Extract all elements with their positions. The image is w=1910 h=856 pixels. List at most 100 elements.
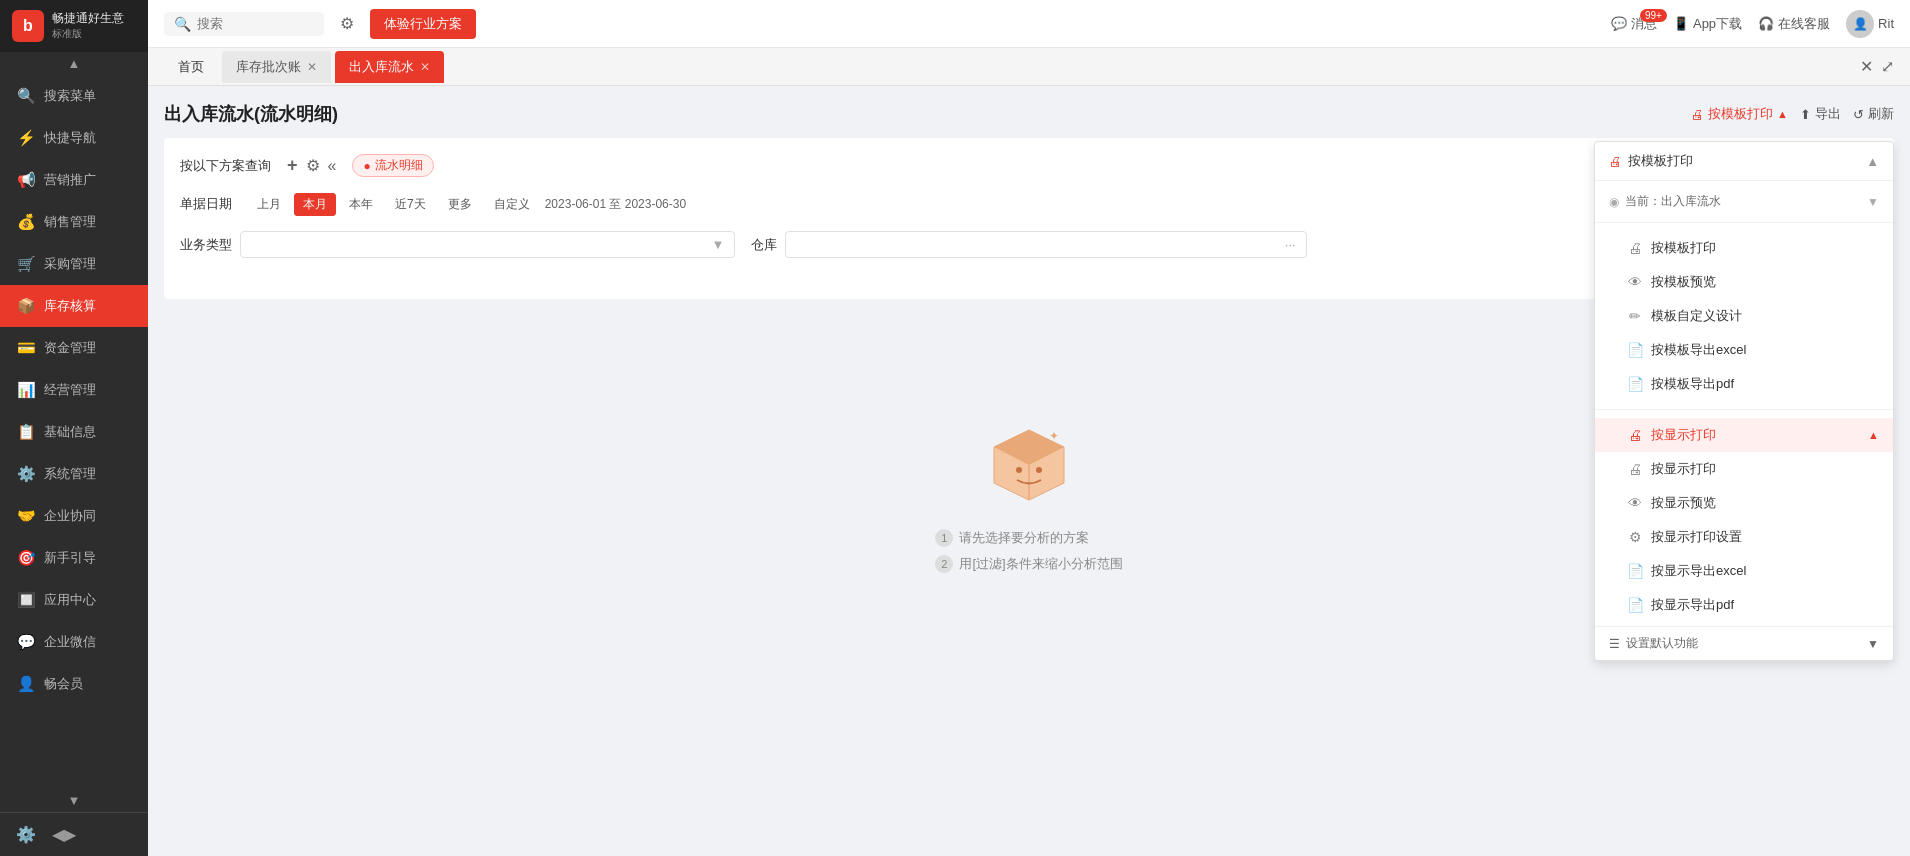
- template-pdf-icon: 📄: [1627, 376, 1643, 392]
- sidebar-item-weixin[interactable]: 💬 企业微信: [0, 621, 148, 663]
- tip-num-1: 1: [935, 529, 953, 547]
- warehouse-filter[interactable]: ···: [785, 231, 1306, 258]
- date-btn-last-month[interactable]: 上月: [248, 193, 290, 216]
- display-print-item[interactable]: 🖨 按显示打印: [1595, 452, 1893, 486]
- display-preview-item[interactable]: 👁 按显示预览: [1595, 486, 1893, 520]
- template-print-item[interactable]: 🖨 按模板打印: [1595, 231, 1893, 265]
- display-settings-item[interactable]: ⚙ 按显示打印设置: [1595, 520, 1893, 554]
- sidebar-scroll-up[interactable]: ▲: [0, 52, 148, 75]
- trial-btn[interactable]: 体验行业方案: [370, 9, 476, 39]
- maximize-tab-win-btn[interactable]: ⤢: [1881, 57, 1894, 76]
- sidebar-item-inventory[interactable]: 📦 库存核算: [0, 285, 148, 327]
- tab-batch[interactable]: 库存批次账 ✕: [222, 51, 331, 83]
- purchase-icon: 🛒: [16, 254, 36, 274]
- sidebar-item-member[interactable]: 👤 畅会员: [0, 663, 148, 705]
- warehouse-label: 仓库: [751, 236, 777, 254]
- business-type-group: 业务类型 ▼: [180, 231, 735, 258]
- date-btn-more[interactable]: 更多: [439, 193, 481, 216]
- sidebar-item-purchase[interactable]: 🛒 采购管理: [0, 243, 148, 285]
- empty-illustration: ✦ ✦: [979, 415, 1079, 505]
- business-type-filter[interactable]: ▼: [240, 231, 735, 258]
- sidebar-bottom: ⚙️ ◀▶: [0, 812, 148, 856]
- print-icon: 🖨: [1691, 107, 1704, 122]
- display-export-pdf-item[interactable]: 📄 按显示导出pdf: [1595, 588, 1893, 622]
- sidebar-item-operations[interactable]: 📊 经营管理: [0, 369, 148, 411]
- marketing-icon: 📢: [16, 170, 36, 190]
- print-template-btn[interactable]: 🖨 按模板打印 ▲: [1691, 105, 1788, 123]
- page-content: 出入库流水(流水明细) 🖨 按模板打印 ▲ ⬆ 导出 ↺ 刷新: [148, 86, 1910, 856]
- template-custom-item[interactable]: ✏ 模板自定义设计: [1595, 299, 1893, 333]
- weixin-icon: 💬: [16, 632, 36, 652]
- dropdown-footer[interactable]: ☰ 设置默认功能 ▼: [1595, 626, 1893, 660]
- sidebar-item-capital[interactable]: 💳 资金管理: [0, 327, 148, 369]
- dropdown-close-chevron[interactable]: ▲: [1866, 154, 1879, 169]
- settings-icon[interactable]: ⚙️: [16, 825, 36, 844]
- app-name: 畅捷通好生意: [52, 11, 124, 27]
- refresh-btn[interactable]: ↺ 刷新: [1853, 105, 1894, 123]
- customer-service-btn[interactable]: 🎧 在线客服: [1758, 15, 1830, 33]
- display-preview-icon: 👁: [1627, 495, 1643, 511]
- active-filter-tag-1[interactable]: ● 流水明细: [352, 154, 433, 177]
- display-section-header[interactable]: 🖨 按显示打印 ▲: [1595, 418, 1893, 452]
- search-icon: 🔍: [16, 86, 36, 106]
- sidebar-item-sales[interactable]: 💰 销售管理: [0, 201, 148, 243]
- sidebar-item-basic[interactable]: 📋 基础信息: [0, 411, 148, 453]
- sidebar-scroll-down[interactable]: ▼: [0, 789, 148, 812]
- system-icon: ⚙️: [16, 464, 36, 484]
- date-btn-this-year[interactable]: 本年: [340, 193, 382, 216]
- date-filter-label: 单据日期: [180, 195, 232, 213]
- sidebar-item-system[interactable]: ⚙️ 系统管理: [0, 453, 148, 495]
- tab-batch-close[interactable]: ✕: [307, 60, 317, 74]
- sidebar-item-enterprise[interactable]: 🤝 企业协同: [0, 495, 148, 537]
- app-edition: 标准版: [52, 27, 124, 41]
- date-btn-this-month[interactable]: 本月: [294, 193, 336, 216]
- filter-settings-btn[interactable]: ⚙: [306, 156, 320, 175]
- tab-flow-close[interactable]: ✕: [420, 60, 430, 74]
- tab-flow[interactable]: 出入库流水 ✕: [335, 51, 444, 83]
- dropdown-print-icon: 🖨: [1609, 154, 1622, 169]
- display-export-excel-item[interactable]: 📄 按显示导出excel: [1595, 554, 1893, 588]
- message-badge: 99+: [1640, 9, 1667, 22]
- sidebar-item-guide[interactable]: 🎯 新手引导: [0, 537, 148, 579]
- avatar: 👤: [1846, 10, 1874, 38]
- current-chevron-icon[interactable]: ▼: [1867, 195, 1879, 209]
- topbar-gear-btn[interactable]: ⚙: [332, 9, 362, 39]
- filter-tag-icon: ●: [363, 159, 370, 173]
- date-btn-7days[interactable]: 近7天: [386, 193, 435, 216]
- export-btn[interactable]: ⬆ 导出: [1800, 105, 1841, 123]
- search-input[interactable]: [197, 16, 297, 31]
- sidebar-item-search[interactable]: 🔍 搜索菜单: [0, 75, 148, 117]
- guide-icon: 🎯: [16, 548, 36, 568]
- tab-home[interactable]: 首页: [164, 51, 218, 83]
- topbar: 🔍 ⚙ 体验行业方案 💬 消息 99+ 📱 App下载 🎧 在线客服: [148, 0, 1910, 48]
- template-section: 🖨 按模板打印 👁 按模板预览 ✏ 模板自定义设计 📄: [1595, 227, 1893, 405]
- date-btn-custom[interactable]: 自定义: [485, 193, 539, 216]
- template-export-pdf-item[interactable]: 📄 按模板导出pdf: [1595, 367, 1893, 401]
- tab-win-controls: ✕ ⤢: [1860, 57, 1894, 76]
- template-export-excel-item[interactable]: 📄 按模板导出excel: [1595, 333, 1893, 367]
- filter-collapse-btn[interactable]: «: [328, 157, 337, 175]
- close-tab-win-btn[interactable]: ✕: [1860, 57, 1873, 76]
- add-filter-btn[interactable]: +: [287, 155, 298, 176]
- sidebar-nav: 🔍 搜索菜单 ⚡ 快捷导航 📢 营销推广 💰 销售管理 🛒 采购管理 📦 库存核…: [0, 75, 148, 789]
- app-download-icon: 📱: [1673, 16, 1689, 31]
- collapse-sidebar-icon[interactable]: ◀▶: [52, 825, 76, 844]
- footer-settings-icon: ☰: [1609, 637, 1620, 651]
- template-preview-item[interactable]: 👁 按模板预览: [1595, 265, 1893, 299]
- date-range-text: 2023-06-01 至 2023-06-30: [545, 196, 686, 213]
- user-avatar[interactable]: 👤 Rit: [1846, 10, 1894, 38]
- tabs-bar: 首页 库存批次账 ✕ 出入库流水 ✕ ✕ ⤢: [148, 48, 1910, 86]
- sidebar-item-apps[interactable]: 🔲 应用中心: [0, 579, 148, 621]
- sidebar-item-quick[interactable]: ⚡ 快捷导航: [0, 117, 148, 159]
- svg-point-3: [1016, 467, 1022, 473]
- quick-icon: ⚡: [16, 128, 36, 148]
- sidebar-item-marketing[interactable]: 📢 营销推广: [0, 159, 148, 201]
- enterprise-icon: 🤝: [16, 506, 36, 526]
- refresh-icon: ↺: [1853, 107, 1864, 122]
- message-btn[interactable]: 💬 消息 99+: [1611, 15, 1657, 33]
- page-title: 出入库流水(流水明细): [164, 102, 338, 126]
- template-custom-icon: ✏: [1627, 308, 1643, 324]
- app-download-btn[interactable]: 📱 App下载: [1673, 15, 1742, 33]
- display-print-icon: 🖨: [1627, 461, 1643, 477]
- active-filter-tags: ● 流水明细: [352, 154, 433, 177]
